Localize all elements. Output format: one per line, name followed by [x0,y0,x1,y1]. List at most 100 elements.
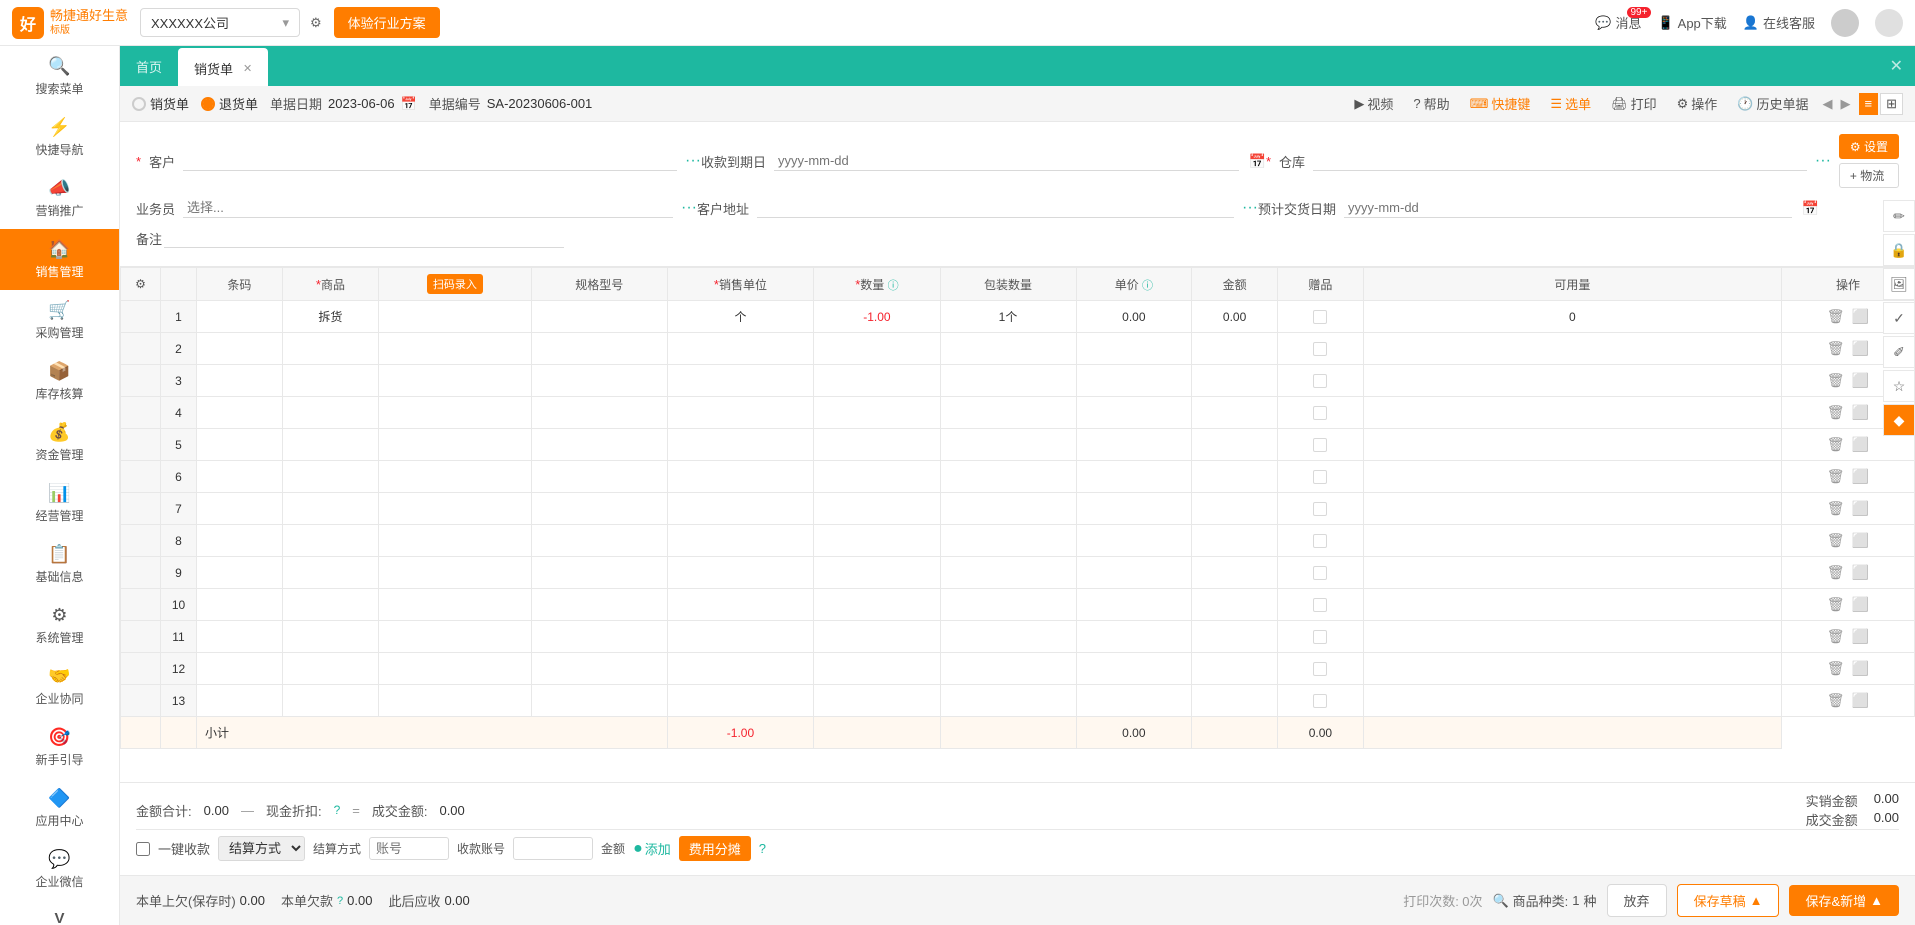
row-qty[interactable] [814,621,940,653]
setup-btn[interactable]: ⚙ 设置 [1839,134,1899,159]
row-spec[interactable] [531,301,667,333]
save-button[interactable]: 保存&新增 ▲ [1789,885,1899,916]
row-qty[interactable] [814,653,940,685]
row-unit-price[interactable] [1076,621,1192,653]
warehouse-input[interactable]: 建材仓 [1313,151,1807,171]
sidebar-item-marketing[interactable]: 📣 营销推广 [0,168,119,229]
row-pkg-qty[interactable] [940,397,1076,429]
row-unit[interactable]: 个 [667,301,814,333]
row-unit[interactable] [667,557,814,589]
copy-row-icon[interactable]: ⬜ [1852,308,1869,324]
row-pkg-qty[interactable] [940,365,1076,397]
delivery-date-input[interactable] [1344,198,1792,218]
amount-input[interactable] [513,837,593,860]
delete-row-icon[interactable]: 🗑 [1827,500,1845,516]
one-click-checkbox[interactable] [136,842,150,856]
gift-checkbox[interactable] [1313,630,1327,644]
addr-dots-icon[interactable]: ··· [1242,200,1258,216]
rf-check-btn[interactable]: ✓ [1883,302,1915,334]
payment-date-input[interactable] [774,151,1239,171]
row-gift[interactable] [1277,525,1363,557]
row-unit-price[interactable] [1076,397,1192,429]
row-product[interactable] [282,621,378,653]
delete-row-icon[interactable]: 🗑 [1827,628,1845,644]
qty-info-icon[interactable]: ⓘ [888,280,899,292]
row-product[interactable] [282,653,378,685]
app-download-btn[interactable]: 📱 App下载 [1657,13,1726,32]
row-spec[interactable] [531,557,667,589]
sidebar-item-finance[interactable]: 💰 资金管理 [0,412,119,473]
avatar-secondary[interactable] [1875,9,1903,37]
rf-edit-btn[interactable]: ✏ [1883,200,1915,232]
copy-row-icon[interactable]: ⬜ [1852,692,1869,708]
row-gift[interactable] [1277,333,1363,365]
row-spec[interactable] [531,461,667,493]
close-all-icon[interactable]: ✕ [1890,58,1903,75]
row-unit-price[interactable] [1076,365,1192,397]
sidebar-item-system[interactable]: ⚙ 系统管理 [0,595,119,656]
row-product[interactable] [282,397,378,429]
row-barcode[interactable] [197,365,283,397]
row-amount[interactable] [1192,397,1278,429]
row-product[interactable] [282,429,378,461]
online-service-btn[interactable]: 👤 在线客服 [1743,13,1815,32]
delete-row-icon[interactable]: 🗑 [1827,532,1845,548]
row-amount[interactable] [1192,333,1278,365]
row-barcode[interactable] [197,493,283,525]
delete-row-icon[interactable]: 🗑 [1827,308,1845,324]
copy-row-icon[interactable]: ⬜ [1852,340,1869,356]
sidebar-item-inventory[interactable]: 📦 库存核算 [0,351,119,412]
tab-home[interactable]: 首页 [120,46,178,86]
row-barcode[interactable] [197,685,283,717]
row-amount[interactable] [1192,589,1278,621]
row-unit-price[interactable] [1076,461,1192,493]
row-qty[interactable] [814,461,940,493]
copy-row-icon[interactable]: ⬜ [1852,596,1869,612]
prev-icon[interactable]: ◀ [1823,96,1833,112]
account-input[interactable] [369,837,449,860]
gift-checkbox[interactable] [1313,470,1327,484]
copy-row-icon[interactable]: ⬜ [1852,628,1869,644]
row-unit-price[interactable]: 0.00 [1076,301,1192,333]
row-barcode[interactable] [197,653,283,685]
row-barcode[interactable] [197,557,283,589]
row-gift[interactable] [1277,621,1363,653]
row-pkg-qty[interactable] [940,589,1076,621]
rf-lock-btn[interactable]: 🔒 [1883,234,1915,266]
row-unit[interactable] [667,493,814,525]
row-qty[interactable] [814,557,940,589]
row-unit[interactable] [667,429,814,461]
row-barcode[interactable] [197,333,283,365]
sidebar-item-quick-nav[interactable]: ⚡ 快捷导航 [0,107,119,168]
row-spec[interactable] [531,525,667,557]
tab-sales-order[interactable]: 销货单 ✕ [178,48,268,88]
row-pkg-qty[interactable] [940,429,1076,461]
row-spec[interactable] [531,365,667,397]
payment-date-cal-icon[interactable]: 📅 [1249,153,1266,170]
gift-checkbox[interactable] [1313,598,1327,612]
print-btn[interactable]: 🖨 打印 [1605,92,1663,115]
copy-row-icon[interactable]: ⬜ [1852,468,1869,484]
salesperson-input[interactable] [183,198,673,218]
row-gift[interactable] [1277,429,1363,461]
row-qty[interactable]: -1.00 [814,301,940,333]
row-pkg-qty[interactable] [940,653,1076,685]
customer-addr-input[interactable] [757,198,1234,218]
row-spec[interactable] [531,653,667,685]
sidebar-item-basic[interactable]: 📋 基础信息 [0,534,119,595]
sidebar-item-apps[interactable]: 🔷 应用中心 [0,778,119,839]
row-unit[interactable] [667,589,814,621]
row-gift[interactable] [1277,461,1363,493]
row-unit[interactable] [667,653,814,685]
sidebar-item-wechat[interactable]: 💬 企业微信 [0,839,119,900]
row-amount[interactable] [1192,621,1278,653]
th-scan[interactable]: 扫码录入 [379,268,532,301]
gift-checkbox[interactable] [1313,374,1327,388]
delivery-cal-icon[interactable]: 📅 [1802,200,1819,217]
delete-row-icon[interactable]: 🗑 [1827,340,1845,356]
gift-checkbox[interactable] [1313,694,1327,708]
copy-row-icon[interactable]: ⬜ [1852,564,1869,580]
add-payment-btn[interactable]: ● 添加 [633,839,671,858]
rf-star-btn[interactable]: ☆ [1883,370,1915,402]
radio-return[interactable]: 退货单 [201,94,258,113]
